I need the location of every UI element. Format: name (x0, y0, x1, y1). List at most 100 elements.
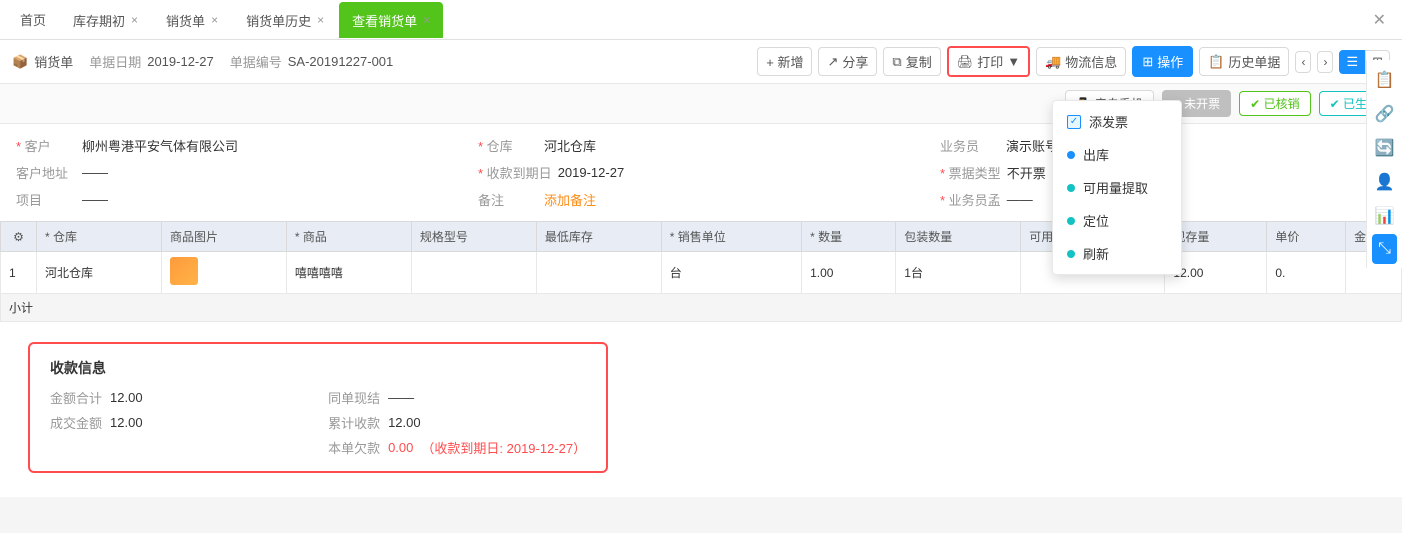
customer-value: 柳州粤港平安气体有限公司 (82, 136, 238, 155)
address-value: —— (82, 165, 108, 180)
salesperson-value: 演示账号 (1006, 136, 1058, 155)
balance-due-date: （收款到期日: 2019-12-27） (421, 438, 586, 457)
logistics-button[interactable]: 🚚 物流信息 (1036, 47, 1126, 76)
print-dropdown-arrow: ▼ (1007, 54, 1020, 69)
salesperson2-label: 业务员孟 (940, 190, 1001, 209)
close-view-sales[interactable]: × (423, 13, 430, 27)
print-icon: 🖨 (957, 54, 974, 70)
doc-num-label: 单据编号 (230, 52, 282, 71)
nav-prev[interactable]: ‹ (1295, 51, 1311, 73)
col-quantity: * 数量 (802, 222, 896, 252)
doc-actions: + 新增 ↗ 分享 ⧉ 复制 🖨 打印 ▼ 🚚 物流信息 (757, 46, 1390, 77)
row-warehouse: 河北仓库 (37, 252, 162, 294)
row-product-img (161, 252, 286, 294)
tab-inventory-init[interactable]: 库存期初 × (60, 2, 151, 38)
history-button[interactable]: 📋 历史单据 (1199, 47, 1289, 76)
payment-grid: 金额合计 12.00 同单现结 —— 成交金额 12.00 累计收款 12.00 (50, 388, 586, 457)
effective-icon: ✔ (1330, 97, 1340, 111)
sidebar-chart-icon[interactable]: 📊 (1369, 200, 1401, 232)
note-label: 备注 (478, 190, 538, 209)
doc-num-item: 单据编号 SA-20191227-001 (230, 52, 394, 71)
sidebar-refresh-icon[interactable]: 🔄 (1369, 132, 1401, 164)
toolbar-row: 📱 来自手机 ● 未开票 ✔ 已核销 ✔ 已生效 (0, 84, 1402, 124)
tab-sales-history[interactable]: 销货单历史 × (233, 2, 337, 38)
table-row: 1 河北仓库 嘻嘻嘻嘻 台 1.00 1台 12.00 0. (1, 252, 1402, 294)
transaction-amount-label: 成交金额 (50, 413, 102, 432)
sidebar-user-icon[interactable]: 👤 (1369, 166, 1401, 198)
refresh-item[interactable]: 刷新 (1053, 237, 1181, 270)
due-date-row: 收款到期日 2019-12-27 (478, 163, 924, 182)
check-icon: ✔ (1250, 97, 1260, 111)
checkbox-check-icon: ✓ (1070, 116, 1078, 127)
close-all-tabs[interactable]: ✕ (1365, 6, 1394, 34)
row-spec (411, 252, 536, 294)
already-sold-button[interactable]: ✔ 已核销 (1239, 91, 1310, 116)
sidebar-doc-icon[interactable]: 📋 (1369, 64, 1401, 96)
operations-button[interactable]: ⊞ 操作 (1132, 46, 1193, 77)
address-label: 客户地址 (16, 163, 76, 182)
doc-date-item: 单据日期 2019-12-27 (89, 52, 214, 71)
transaction-amount-value: 12.00 (110, 415, 143, 430)
product-table-wrapper: ⚙ * 仓库 商品图片 * 商品 规格型号 最低库存 * 销售单位 * 数量 包… (0, 221, 1402, 322)
salesperson-label: 业务员 (940, 136, 1000, 155)
tab-sales-order[interactable]: 销货单 × (153, 2, 231, 38)
warehouse-row: 仓库 河北仓库 (478, 136, 924, 155)
project-row: 项目 —— (16, 190, 462, 209)
salesperson2-value: —— (1007, 192, 1033, 207)
row-min-stock (536, 252, 661, 294)
col-settings[interactable]: ⚙ (1, 222, 37, 252)
close-inventory-init[interactable]: × (131, 13, 138, 27)
warehouse-out-item[interactable]: 出库 (1053, 138, 1181, 171)
doc-date-value: 2019-12-27 (147, 54, 214, 69)
operations-icon: ⊞ (1142, 54, 1153, 70)
subtotal-row: 小计 (1, 294, 1402, 322)
locate-dot (1067, 217, 1075, 225)
warehouse-out-dot (1067, 151, 1075, 159)
new-button[interactable]: + 新增 (757, 47, 812, 76)
row-unit-price: 0. (1267, 252, 1346, 294)
add-invoice-item[interactable]: ✓ 添发票 (1053, 105, 1181, 138)
add-note-button[interactable]: 添加备注 (544, 190, 596, 209)
list-view-button[interactable]: ☰ (1339, 50, 1365, 74)
due-date-value: 2019-12-27 (558, 165, 625, 180)
project-label: 项目 (16, 190, 76, 209)
close-sales-order[interactable]: × (211, 13, 218, 27)
same-order-row: 同单现结 —— (328, 388, 586, 407)
available-pickup-item[interactable]: 可用量提取 (1053, 171, 1181, 204)
total-amount-row: 金额合计 12.00 (50, 388, 308, 407)
add-invoice-checkbox[interactable]: ✓ (1067, 115, 1081, 129)
tab-view-sales[interactable]: 查看销货单 × (339, 2, 443, 38)
history-icon: 📋 (1208, 54, 1224, 70)
row-seq: 1 (1, 252, 37, 294)
tab-home[interactable]: 首页 (8, 4, 58, 35)
row-pack-qty: 1台 (896, 252, 1021, 294)
sidebar-link-icon[interactable]: 🔗 (1369, 98, 1401, 130)
project-value: —— (82, 192, 108, 207)
doc-type-icon: 📦 (12, 54, 28, 70)
locate-item[interactable]: 定位 (1053, 204, 1181, 237)
payment-section: 收款信息 金额合计 12.00 同单现结 —— 成交金额 12.00 (0, 322, 1402, 497)
balance-row: 本单欠款 0.00 （收款到期日: 2019-12-27） (328, 438, 586, 457)
same-order-value: —— (388, 390, 414, 405)
copy-button[interactable]: ⧉ 复制 (883, 47, 940, 76)
col-pack-qty: 包装数量 (896, 222, 1021, 252)
sidebar-expand-icon[interactable]: ⤡ (1372, 234, 1397, 264)
col-unit-price: 单价 (1267, 222, 1346, 252)
cumulative-value: 12.00 (388, 415, 421, 430)
doc-type-label: 销货单 (34, 52, 73, 71)
refresh-dot (1067, 250, 1075, 258)
logistics-icon: 🚚 (1045, 54, 1061, 70)
cumulative-label: 累计收款 (328, 413, 380, 432)
transaction-amount-row: 成交金额 12.00 (50, 413, 308, 432)
print-button[interactable]: 🖨 打印 ▼ (947, 46, 1030, 77)
ticket-type-value: 不开票 (1007, 163, 1046, 182)
tab-bar: 首页 库存期初 × 销货单 × 销货单历史 × 查看销货单 × ✕ (0, 0, 1402, 40)
payment-title: 收款信息 (50, 358, 586, 378)
share-button[interactable]: ↗ 分享 (818, 47, 877, 76)
close-sales-history[interactable]: × (317, 13, 324, 27)
warehouse-label: 仓库 (478, 136, 538, 155)
available-pickup-dot (1067, 184, 1075, 192)
doc-header: 📦 销货单 单据日期 2019-12-27 单据编号 SA-20191227-0… (0, 40, 1402, 84)
nav-next[interactable]: › (1317, 51, 1333, 73)
col-product-img: 商品图片 (161, 222, 286, 252)
